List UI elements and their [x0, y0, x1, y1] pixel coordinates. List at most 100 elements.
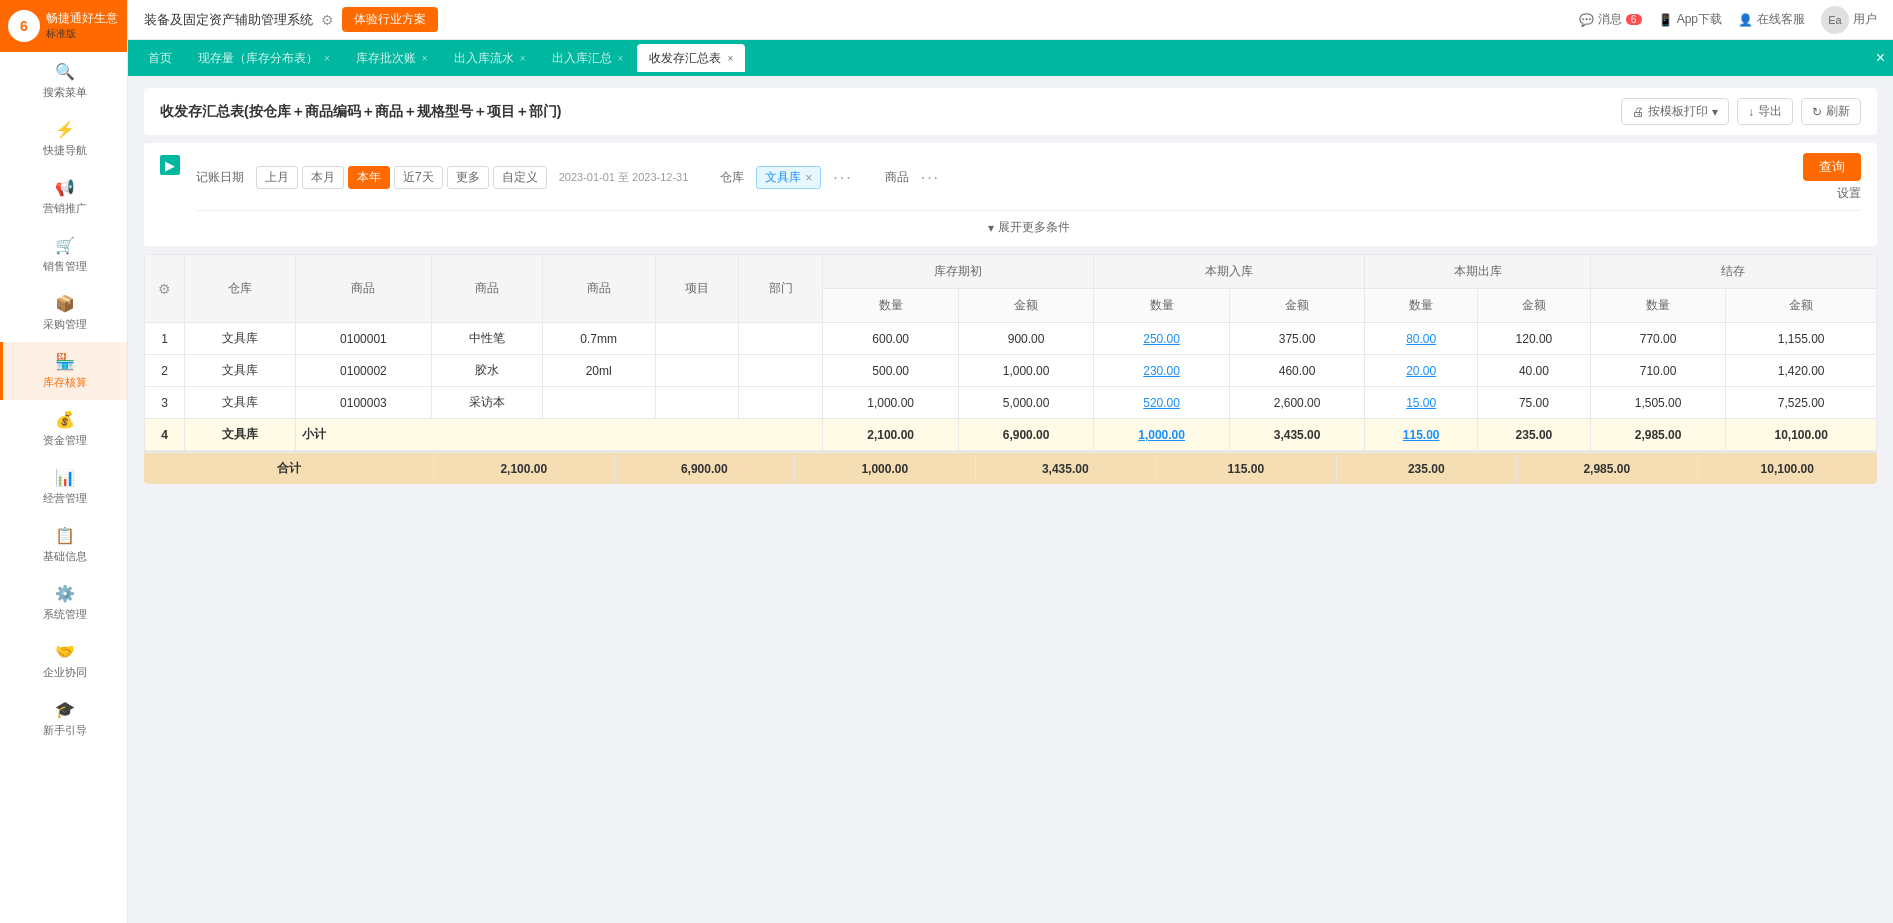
expand-conditions-btn[interactable]: ▾ 展开更多条件	[196, 210, 1861, 236]
subtotal-out-qty[interactable]: 115.00	[1365, 419, 1478, 451]
sidebar-logo: 6 畅捷通好生意 标准版	[0, 0, 127, 52]
query-button[interactable]: 查询	[1803, 153, 1861, 181]
subtotal-in-qty[interactable]: 1,000.00	[1094, 419, 1229, 451]
row-out-amt: 120.00	[1478, 323, 1591, 355]
message-label: 消息	[1598, 11, 1622, 28]
table-settings-icon[interactable]: ⚙	[158, 281, 171, 297]
row-warehouse: 文具库	[185, 387, 296, 419]
data-table: ⚙ 仓库 商品 商品 商品 项目 部门 库存期初 本期入库 本期出库 结存	[144, 254, 1877, 451]
sidebar-label-sales: 销售管理	[43, 259, 87, 274]
subtotal-num: 4	[145, 419, 185, 451]
page-title: 收发存汇总表(按仓库＋商品编码＋商品＋规格型号＋项目＋部门)	[160, 103, 561, 121]
tab-receive-summary-close[interactable]: ×	[727, 53, 733, 64]
tab-bar: 首页 现存量（库存分布表） × 库存批次账 × 出入库流水 × 出入库汇总 × …	[128, 40, 1893, 76]
row-bal-amt: 7,525.00	[1726, 387, 1877, 419]
tab-inout-summary-close[interactable]: ×	[618, 53, 624, 64]
date-btn-custom[interactable]: 自定义	[493, 166, 547, 189]
row-open-amt: 5,000.00	[958, 387, 1093, 419]
sidebar-item-finance[interactable]: 💰 资金管理	[0, 400, 127, 458]
col-project-header: 项目	[655, 255, 739, 323]
sidebar-label-collab: 企业协同	[43, 665, 87, 680]
sidebar-item-search[interactable]: 🔍 搜索菜单	[0, 52, 127, 110]
row-dept	[739, 355, 823, 387]
row-bal-amt: 1,420.00	[1726, 355, 1877, 387]
row-out-qty[interactable]: 15.00	[1365, 387, 1478, 419]
sidebar-item-marketing[interactable]: 📢 营销推广	[0, 168, 127, 226]
refresh-button[interactable]: ↻ 刷新	[1801, 98, 1861, 125]
row-in-amt: 2,600.00	[1229, 387, 1364, 419]
online-service-action[interactable]: 👤 在线客服	[1738, 11, 1805, 28]
tab-inout-summary[interactable]: 出入库汇总 ×	[540, 44, 636, 72]
data-table-wrapper: ⚙ 仓库 商品 商品 商品 项目 部门 库存期初 本期入库 本期出库 结存	[144, 254, 1877, 484]
row-in-qty[interactable]: 250.00	[1094, 323, 1229, 355]
row-num: 2	[145, 355, 185, 387]
tab-bar-close-icon[interactable]: ×	[1876, 49, 1885, 67]
sidebar-item-inventory[interactable]: 🏪 库存核算	[0, 342, 127, 400]
tab-batch[interactable]: 库存批次账 ×	[344, 44, 440, 72]
header-settings-icon[interactable]: ⚙	[321, 12, 334, 28]
row-num: 1	[145, 323, 185, 355]
sidebar-item-collab[interactable]: 🤝 企业协同	[0, 632, 127, 690]
print-button[interactable]: 🖨 按模板打印 ▾	[1621, 98, 1729, 125]
sidebar-item-operations[interactable]: 📊 经营管理	[0, 458, 127, 516]
row-code: 0100001	[296, 323, 431, 355]
row-out-qty[interactable]: 20.00	[1365, 355, 1478, 387]
date-btn-more[interactable]: 更多	[447, 166, 489, 189]
tab-home[interactable]: 首页	[136, 44, 184, 72]
row-name: 胶水	[431, 355, 542, 387]
online-service-label: 在线客服	[1757, 11, 1805, 28]
product-filter-dots[interactable]: ···	[921, 169, 940, 187]
tab-batch-close[interactable]: ×	[422, 53, 428, 64]
col-out-header: 本期出库	[1365, 255, 1591, 289]
tab-inout-flow-close[interactable]: ×	[520, 53, 526, 64]
total-open-amt: 6,900.00	[615, 455, 796, 483]
app-download-action[interactable]: 📱 App下载	[1658, 11, 1722, 28]
header-right: 💬 消息 6 📱 App下载 👤 在线客服 Ea 用户	[1579, 6, 1877, 34]
user-action[interactable]: Ea 用户	[1821, 6, 1877, 34]
sidebar-item-purchase[interactable]: 📦 采购管理	[0, 284, 127, 342]
filter-toggle-btn[interactable]: ▶	[160, 155, 180, 175]
warehouse-tag: 文具库 ×	[756, 166, 821, 189]
row-open-qty: 1,000.00	[823, 387, 958, 419]
total-row: 合计 2,100.00 6,900.00 1,000.00 3,435.00 1…	[144, 451, 1877, 484]
product-filter-label: 商品	[885, 169, 909, 186]
row-in-qty[interactable]: 230.00	[1094, 355, 1229, 387]
warehouse-tag-close[interactable]: ×	[805, 171, 812, 185]
export-button[interactable]: ↓ 导出	[1737, 98, 1793, 125]
sidebar-label-purchase: 采购管理	[43, 317, 87, 332]
logo-text: 畅捷通好生意	[46, 11, 118, 27]
row-project	[655, 323, 739, 355]
date-btn-7days[interactable]: 近7天	[394, 166, 443, 189]
row-warehouse: 文具库	[185, 355, 296, 387]
tab-inventory-dist-close[interactable]: ×	[324, 53, 330, 64]
sidebar-item-system[interactable]: ⚙️ 系统管理	[0, 574, 127, 632]
subtotal-open-qty: 2,100.00	[823, 419, 958, 451]
message-badge: 6	[1626, 14, 1642, 25]
col-bal-qty-header: 数量	[1590, 289, 1725, 323]
date-btn-prev-month[interactable]: 上月	[256, 166, 298, 189]
sidebar-item-quick[interactable]: ⚡ 快捷导航	[0, 110, 127, 168]
date-btn-this-month[interactable]: 本月	[302, 166, 344, 189]
subtotal-bal-qty: 2,985.00	[1590, 419, 1725, 451]
message-action[interactable]: 💬 消息 6	[1579, 11, 1642, 28]
sidebar-item-sales[interactable]: 🛒 销售管理	[0, 226, 127, 284]
sidebar: 6 畅捷通好生意 标准版 🔍 搜索菜单 ⚡ 快捷导航 📢 营销推广 🛒 销售管理…	[0, 0, 128, 923]
tab-receive-summary[interactable]: 收发存汇总表 ×	[637, 44, 745, 72]
tab-inventory-dist[interactable]: 现存量（库存分布表） ×	[186, 44, 342, 72]
sidebar-item-guide[interactable]: 🎓 新手引导	[0, 690, 127, 748]
row-out-qty[interactable]: 80.00	[1365, 323, 1478, 355]
setting-link[interactable]: 设置	[1837, 185, 1861, 202]
row-open-qty: 500.00	[823, 355, 958, 387]
tab-inout-flow[interactable]: 出入库流水 ×	[442, 44, 538, 72]
date-btn-this-year[interactable]: 本年	[348, 166, 390, 189]
sidebar-item-basic[interactable]: 📋 基础信息	[0, 516, 127, 574]
row-in-qty[interactable]: 520.00	[1094, 387, 1229, 419]
total-out-amt: 235.00	[1337, 455, 1518, 483]
warehouse-filter-label: 仓库	[720, 169, 744, 186]
row-bal-qty: 770.00	[1590, 323, 1725, 355]
row-code: 0100002	[296, 355, 431, 387]
app-download-label: App下载	[1677, 11, 1722, 28]
warehouse-filter-dots[interactable]: ···	[833, 169, 852, 187]
trial-button[interactable]: 体验行业方案	[342, 7, 438, 32]
total-bal-qty: 2,985.00	[1517, 455, 1698, 483]
